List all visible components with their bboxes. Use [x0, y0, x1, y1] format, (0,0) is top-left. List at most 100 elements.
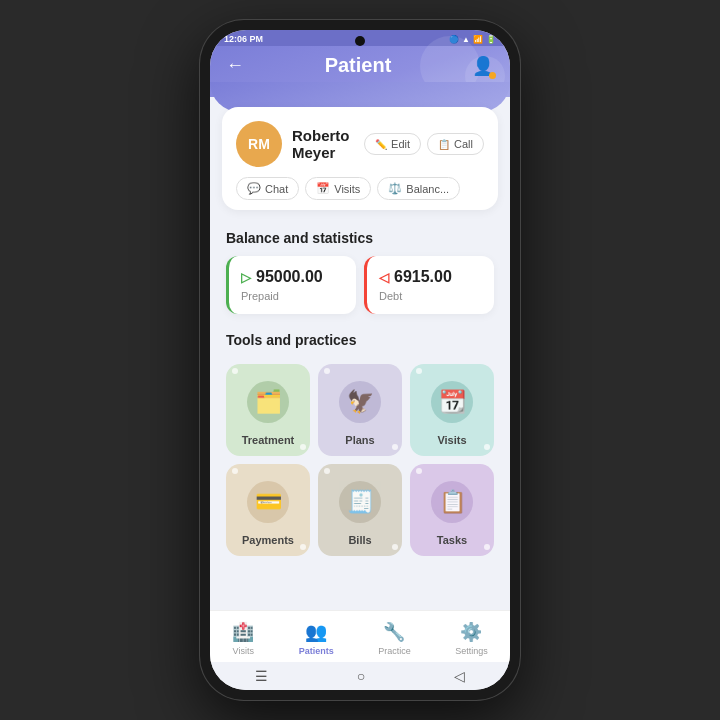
decoration-dot [484, 444, 490, 450]
call-label: Call [454, 138, 473, 150]
decoration-dot [416, 468, 422, 474]
balance-section-title: Balance and statistics [226, 230, 494, 246]
tab-balance[interactable]: ⚖️ Balanc... [377, 177, 460, 200]
nav-visits[interactable]: 🏥 Visits [222, 619, 264, 658]
payments-label: Payments [242, 534, 294, 546]
prepaid-icon: ▷ [241, 270, 251, 285]
tasks-icon-area: 📋 [428, 478, 476, 526]
profile-button[interactable]: 👤 [472, 55, 494, 77]
nav-settings-icon: ⚙️ [460, 621, 482, 643]
tools-section: Tools and practices [210, 320, 510, 364]
payments-icon-area: 💳 [244, 478, 292, 526]
prepaid-amount: ▷ 95000.00 [241, 268, 344, 286]
bills-label: Bills [348, 534, 371, 546]
plans-icon-area: 🦅 [336, 378, 384, 426]
plans-label: Plans [345, 434, 374, 446]
app-header: ← Patient 👤 [210, 46, 510, 97]
nav-visits-label: Visits [233, 646, 254, 656]
tool-treatment[interactable]: 🗂️ Treatment [226, 364, 310, 456]
call-icon: 📋 [438, 139, 450, 150]
patient-name: Roberto Meyer [292, 127, 354, 161]
debt-value: 6915.00 [394, 268, 452, 286]
decoration-dot [324, 468, 330, 474]
decoration-dot [392, 444, 398, 450]
prepaid-value: 95000.00 [256, 268, 323, 286]
decoration-dot [324, 368, 330, 374]
decoration-dot [300, 544, 306, 550]
prepaid-label: Prepaid [241, 290, 344, 302]
avatar: RM [236, 121, 282, 167]
balance-section: Balance and statistics ▷ 95000.00 Prepai… [210, 218, 510, 320]
tool-tasks[interactable]: 📋 Tasks [410, 464, 494, 556]
bottom-nav: 🏥 Visits 👥 Patients 🔧 Practice ⚙️ Settin… [210, 610, 510, 662]
tool-plans[interactable]: 🦅 Plans [318, 364, 402, 456]
payments-icon: 💳 [247, 481, 289, 523]
decoration-dot [416, 368, 422, 374]
debt-label: Debt [379, 290, 482, 302]
tab-chat[interactable]: 💬 Chat [236, 177, 299, 200]
back-button[interactable]: ← [226, 55, 244, 76]
action-buttons: ✏️ Edit 📋 Call [364, 133, 484, 155]
nav-settings-label: Settings [455, 646, 488, 656]
debt-icon: ◁ [379, 270, 389, 285]
tasks-label: Tasks [437, 534, 467, 546]
treatment-icon-area: 🗂️ [244, 378, 292, 426]
nav-patients[interactable]: 👥 Patients [289, 619, 344, 658]
visits-icon-area: 📆 [428, 378, 476, 426]
treatment-icon: 🗂️ [247, 381, 289, 423]
chat-label: Chat [265, 183, 288, 195]
patient-tabs: 💬 Chat 📅 Visits ⚖️ Balanc... [236, 177, 484, 210]
home-button[interactable]: ○ [357, 668, 365, 684]
tools-section-title: Tools and practices [226, 332, 494, 348]
profile-notification-dot [489, 72, 496, 79]
nav-practice[interactable]: 🔧 Practice [368, 619, 421, 658]
patient-card: RM Roberto Meyer ✏️ Edit 📋 Call [222, 107, 498, 210]
system-bar: ☰ ○ ◁ [210, 662, 510, 690]
tab-visits[interactable]: 📅 Visits [305, 177, 371, 200]
decoration-dot [232, 368, 238, 374]
call-button[interactable]: 📋 Call [427, 133, 484, 155]
visits-tool-label: Visits [437, 434, 466, 446]
debt-card: ◁ 6915.00 Debt [364, 256, 494, 314]
patient-info-row: RM Roberto Meyer ✏️ Edit 📋 Call [236, 121, 484, 167]
tool-bills[interactable]: 🧾 Bills [318, 464, 402, 556]
plans-icon: 🦅 [339, 381, 381, 423]
phone-shell: 12:06 PM 🔵 ▲ 📶 🔋 ← Patient 👤 [200, 20, 520, 700]
bills-icon: 🧾 [339, 481, 381, 523]
battery-icon: 🔋 [486, 35, 496, 44]
menu-button[interactable]: ☰ [255, 668, 268, 684]
bills-icon-area: 🧾 [336, 478, 384, 526]
nav-visits-icon: 🏥 [232, 621, 254, 643]
tools-grid: 🗂️ Treatment 🦅 Plans [210, 364, 510, 568]
back-system-button[interactable]: ◁ [454, 668, 465, 684]
balance-tab-label: Balanc... [406, 183, 449, 195]
nav-practice-icon: 🔧 [383, 621, 405, 643]
prepaid-card: ▷ 95000.00 Prepaid [226, 256, 356, 314]
visits-icon: 📅 [316, 182, 330, 195]
debt-amount: ◁ 6915.00 [379, 268, 482, 286]
treatment-label: Treatment [242, 434, 295, 446]
decoration-dot [300, 444, 306, 450]
decoration-dot [484, 544, 490, 550]
phone-screen: 12:06 PM 🔵 ▲ 📶 🔋 ← Patient 👤 [210, 30, 510, 690]
edit-label: Edit [391, 138, 410, 150]
tool-payments[interactable]: 💳 Payments [226, 464, 310, 556]
nav-patients-icon: 👥 [305, 621, 327, 643]
visits-tool-icon: 📆 [431, 381, 473, 423]
edit-icon: ✏️ [375, 139, 387, 150]
nav-settings[interactable]: ⚙️ Settings [445, 619, 498, 658]
edit-button[interactable]: ✏️ Edit [364, 133, 421, 155]
content-area: RM Roberto Meyer ✏️ Edit 📋 Call [210, 97, 510, 610]
chat-icon: 💬 [247, 182, 261, 195]
page-title: Patient [325, 54, 392, 77]
nav-patients-label: Patients [299, 646, 334, 656]
visits-label: Visits [334, 183, 360, 195]
decoration-dot [232, 468, 238, 474]
nav-practice-label: Practice [378, 646, 411, 656]
balance-icon: ⚖️ [388, 182, 402, 195]
decoration-dot [392, 544, 398, 550]
tool-visits[interactable]: 📆 Visits [410, 364, 494, 456]
balance-cards: ▷ 95000.00 Prepaid ◁ 6915.00 Debt [226, 256, 494, 314]
camera-notch [355, 36, 365, 46]
status-time: 12:06 PM [224, 34, 263, 44]
